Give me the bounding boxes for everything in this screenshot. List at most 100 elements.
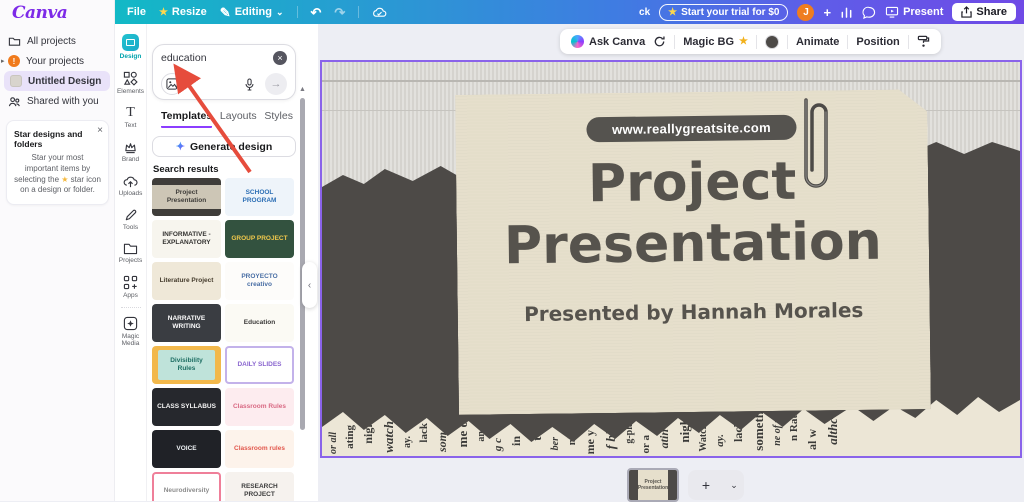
people-icon	[8, 96, 20, 106]
canvas-context-toolbar: Ask Canva Magic BG ★ Animate Position	[560, 29, 941, 54]
generate-design-button[interactable]: ✦ Generate design	[152, 136, 296, 157]
newsprint-word: ber	[550, 436, 561, 450]
clear-search-icon[interactable]: ×	[273, 51, 287, 65]
add-member-button[interactable]: +	[823, 5, 831, 20]
template-thumbnail[interactable]: SCHOOL PROGRAM	[225, 178, 294, 216]
color-swatch[interactable]	[764, 34, 779, 49]
page-menu-button[interactable]: ⌄	[724, 480, 744, 491]
rail-item-projects[interactable]: Projects	[115, 242, 147, 264]
folder-icon	[123, 243, 138, 255]
template-thumbnail[interactable]: PROYECTO creativo	[225, 262, 294, 300]
divider	[847, 34, 849, 49]
insights-icon[interactable]	[840, 6, 853, 19]
file-menu[interactable]: File	[127, 6, 146, 18]
sidebar-item-label: Untitled Design	[28, 75, 102, 87]
rail-item-text[interactable]: T Text	[115, 106, 147, 130]
share-button[interactable]: Share	[952, 3, 1016, 21]
template-results-grid: Project Presentation SCHOOL PROGRAM INFORM…	[152, 178, 294, 501]
sidebar-item-your-projects[interactable]: ▸ ! Your projects	[0, 51, 114, 71]
newsprint-word: ating	[344, 425, 356, 449]
microphone-icon	[245, 77, 253, 91]
template-thumbnail[interactable]: VOICE	[152, 430, 221, 468]
scroll-up-icon[interactable]: ▲	[299, 86, 306, 93]
trial-button[interactable]: ★ Start your trial for $0	[659, 3, 789, 21]
template-thumbnail[interactable]: Neurodiversity	[152, 472, 221, 501]
copy-style-button[interactable]	[917, 35, 930, 48]
template-thumbnail[interactable]: Project Presentation	[152, 178, 221, 216]
refresh-icon	[654, 36, 665, 47]
chevron-down-icon: ⌄	[275, 6, 284, 17]
newsprint-word: g c	[492, 437, 504, 451]
caret-icon[interactable]: ▸	[1, 57, 5, 65]
divider	[120, 307, 141, 309]
close-icon[interactable]: ×	[97, 125, 103, 136]
sidebar-item-untitled-design[interactable]: Untitled Design	[4, 71, 110, 91]
template-thumbnail[interactable]: DAILY SLIDES	[225, 346, 294, 384]
template-thumbnail[interactable]: NARRATIVE WRITING	[152, 304, 221, 342]
rail-item-magic-media[interactable]: Magic Media	[115, 316, 147, 347]
paperclip-icon	[804, 98, 828, 188]
website-pill[interactable]: www.reallygreatsite.com	[586, 115, 797, 143]
tab-templates[interactable]: Templates	[161, 110, 213, 128]
template-thumbnail[interactable]: CLASS SYLLABUS	[152, 388, 221, 426]
star-icon: ★	[668, 6, 678, 18]
ask-canva-button[interactable]: Ask Canva	[571, 35, 645, 48]
tools-rail: Design Elements T Text Brand Uploads Too…	[115, 24, 147, 501]
template-thumbnail[interactable]: Education	[225, 304, 294, 342]
template-thumbnail[interactable]: Classroom rules	[225, 430, 294, 468]
newsprint-word: al w	[805, 429, 819, 450]
rail-item-brand[interactable]: Brand	[115, 140, 147, 163]
rail-item-uploads[interactable]: Uploads	[115, 175, 147, 197]
rail-item-design[interactable]: Design	[115, 34, 147, 60]
thumb-dark-edge	[668, 470, 677, 500]
page-1-thumbnail[interactable]: Project Presentation	[627, 468, 679, 502]
add-page-button[interactable]: +	[688, 477, 724, 493]
rail-item-apps[interactable]: Apps	[115, 275, 147, 299]
star-icon: ★	[61, 174, 69, 184]
slide-subtitle[interactable]: Presented by Hannah Morales	[524, 298, 864, 326]
template-thumbnail[interactable]: GROUP PROJECT	[225, 220, 294, 258]
tab-styles[interactable]: Styles	[264, 110, 293, 128]
template-thumbnail[interactable]: INFORMATIVE - EXPLANATORY	[152, 220, 221, 258]
elements-icon	[123, 71, 138, 86]
template-thumbnail[interactable]: Classroom Rules	[225, 388, 294, 426]
redo-button[interactable]: ↷	[334, 6, 345, 19]
editing-mode-menu[interactable]: ✎ Editing ⌄	[220, 6, 284, 19]
template-thumbnail[interactable]: RESEARCH PROJECT	[225, 472, 294, 501]
present-button[interactable]: Present	[885, 6, 943, 18]
newsprint-word: ay.	[402, 436, 413, 448]
divider	[755, 34, 757, 49]
avatar[interactable]: J	[797, 3, 815, 21]
present-icon	[885, 6, 899, 18]
rail-item-tools[interactable]: Tools	[115, 208, 147, 231]
image-search-button[interactable]	[161, 73, 183, 95]
comments-icon[interactable]	[862, 6, 876, 19]
slide-note-card[interactable]: www.reallygreatsite.com Project Presentat…	[455, 89, 931, 415]
sidebar-item-all-projects[interactable]: All projects	[0, 31, 114, 51]
cloud-save-status-icon[interactable]	[372, 6, 387, 19]
tab-layouts[interactable]: Layouts	[220, 110, 257, 128]
position-button[interactable]: Position	[856, 36, 899, 48]
newsprint-word: or all	[328, 432, 339, 454]
rail-item-elements[interactable]: Elements	[115, 71, 147, 95]
resize-menu[interactable]: ★ Resize	[159, 6, 207, 18]
slide-page[interactable]: or all ating nigh watch ay. lack som me o an g ci…	[320, 60, 1022, 458]
share-icon	[961, 6, 973, 18]
search-box: education × →	[152, 44, 296, 100]
canva-logo[interactable]: Canva	[0, 0, 114, 23]
magic-bg-button[interactable]: Magic BG ★	[683, 36, 748, 48]
templates-panel: education × → Templates Layouts Styles ✦…	[147, 24, 318, 501]
topbar-text-fragment: ck	[639, 6, 651, 18]
regenerate-button[interactable]	[653, 35, 666, 48]
submit-search-button[interactable]: →	[265, 73, 287, 95]
undo-button[interactable]: ↶	[311, 6, 322, 19]
template-thumbnail[interactable]: Divisibility Rules	[152, 346, 221, 384]
panel-collapse-handle[interactable]: ‹	[302, 262, 317, 308]
sidebar-item-shared-with-you[interactable]: Shared with you	[0, 91, 114, 111]
voice-search-button[interactable]	[238, 73, 260, 95]
paint-roller-icon	[917, 35, 929, 47]
template-thumbnail[interactable]: Literature Project	[152, 262, 221, 300]
crown-icon	[125, 143, 136, 154]
animate-button[interactable]: Animate	[796, 36, 839, 48]
search-input[interactable]: education	[161, 52, 207, 64]
